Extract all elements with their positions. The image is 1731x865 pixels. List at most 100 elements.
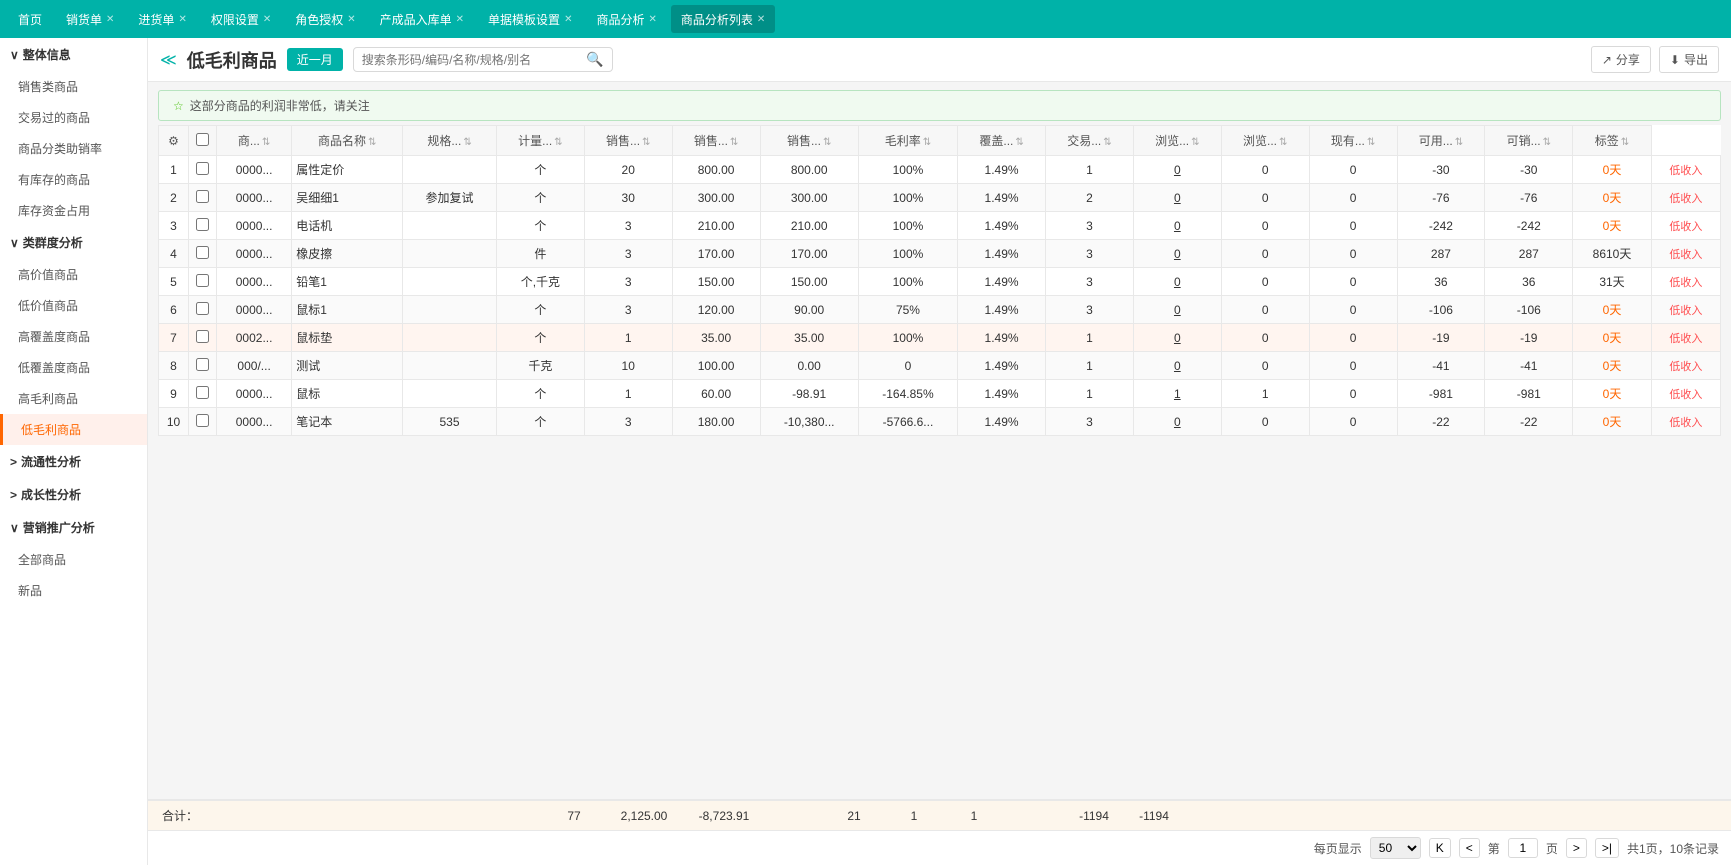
row-checkbox[interactable]: [196, 386, 209, 399]
col-trade[interactable]: 交易...⇅: [1046, 126, 1134, 156]
sidebar-group-liquidity[interactable]: > 流通性分析: [0, 445, 147, 478]
row-checkbox-cell[interactable]: [189, 240, 217, 268]
col-qty[interactable]: 销售...⇅: [584, 126, 672, 156]
col-unit[interactable]: 计量...⇅: [496, 126, 584, 156]
sidebar-group-overview[interactable]: ∨ 整体信息: [0, 38, 147, 71]
col-available[interactable]: 可用...⇅: [1397, 126, 1485, 156]
row-checkbox[interactable]: [196, 302, 209, 315]
col-checkbox[interactable]: [189, 126, 217, 156]
col-spec[interactable]: 规格...⇅: [403, 126, 497, 156]
nav-product-warehouse[interactable]: 产成品入库单 ✕: [370, 5, 474, 33]
row-checkbox-cell[interactable]: [189, 408, 217, 436]
row-checkbox[interactable]: [196, 162, 209, 175]
close-icon[interactable]: ✕: [347, 14, 355, 25]
row-trade[interactable]: 0: [1133, 324, 1221, 352]
close-icon[interactable]: ✕: [106, 14, 114, 25]
col-sales[interactable]: 销售...⇅: [760, 126, 858, 156]
search-icon[interactable]: 🔍: [586, 51, 603, 68]
select-all-checkbox[interactable]: [196, 133, 209, 146]
sidebar-item-category-rate[interactable]: 商品分类助销率: [0, 133, 147, 164]
row-trade[interactable]: 0: [1133, 240, 1221, 268]
row-trade[interactable]: 1: [1133, 380, 1221, 408]
sidebar-group-marketing[interactable]: ∨ 营销推广分析: [0, 511, 147, 544]
col-salable[interactable]: 可销...⇅: [1485, 126, 1573, 156]
col-tag[interactable]: 标签⇅: [1573, 126, 1651, 156]
col-browse2[interactable]: 浏览...⇅: [1221, 126, 1309, 156]
sidebar-group-cluster[interactable]: ∨ 类群度分析: [0, 226, 147, 259]
sidebar-item-stock-funds[interactable]: 库存资金占用: [0, 195, 147, 226]
row-trade[interactable]: 0: [1133, 352, 1221, 380]
row-browse2: 0: [1309, 156, 1397, 184]
sidebar-item-sales-products[interactable]: 销售类商品: [0, 71, 147, 102]
row-checkbox[interactable]: [196, 218, 209, 231]
row-checkbox-cell[interactable]: [189, 380, 217, 408]
sidebar-item-high-margin[interactable]: 高毛利商品: [0, 383, 147, 414]
sidebar-item-traded[interactable]: 交易过的商品: [0, 102, 147, 133]
close-icon[interactable]: ✕: [648, 14, 656, 25]
close-icon[interactable]: ✕: [263, 14, 271, 25]
close-icon[interactable]: ✕: [456, 14, 464, 25]
row-gross-rate: 1.49%: [958, 296, 1046, 324]
col-name[interactable]: 商品名称⇅: [292, 126, 403, 156]
sidebar-item-new-products[interactable]: 新品: [0, 575, 147, 606]
page-size-select[interactable]: 50 100 200: [1370, 837, 1421, 859]
row-checkbox-cell[interactable]: [189, 212, 217, 240]
first-page-btn[interactable]: K: [1429, 838, 1451, 858]
nav-roles[interactable]: 角色授权 ✕: [285, 5, 365, 33]
nav-product-analysis-list[interactable]: 商品分析列表 ✕: [671, 5, 775, 33]
collapse-sidebar-btn[interactable]: ≪: [160, 50, 177, 70]
col-stock[interactable]: 现有...⇅: [1309, 126, 1397, 156]
close-icon[interactable]: ✕: [564, 14, 572, 25]
col-profit-rate[interactable]: 毛利率⇅: [858, 126, 957, 156]
row-checkbox-cell[interactable]: [189, 184, 217, 212]
row-code: 0000...: [217, 268, 292, 296]
col-code[interactable]: 商...⇅: [217, 126, 292, 156]
row-trade[interactable]: 0: [1133, 268, 1221, 296]
sidebar-item-high-coverage[interactable]: 高覆盖度商品: [0, 321, 147, 352]
search-input[interactable]: [362, 53, 583, 67]
share-button[interactable]: ↗ 分享: [1591, 46, 1651, 73]
sidebar-item-low-value[interactable]: 低价值商品: [0, 290, 147, 321]
row-checkbox[interactable]: [196, 414, 209, 427]
prev-page-btn[interactable]: <: [1459, 838, 1480, 858]
sidebar-item-all-products[interactable]: 全部商品: [0, 544, 147, 575]
sidebar-item-low-margin[interactable]: 低毛利商品: [0, 414, 147, 445]
next-page-btn[interactable]: >: [1566, 838, 1587, 858]
col-settings[interactable]: ⚙: [159, 126, 189, 156]
row-trade[interactable]: 0: [1133, 184, 1221, 212]
row-trade[interactable]: 0: [1133, 212, 1221, 240]
nav-template[interactable]: 单据模板设置 ✕: [478, 5, 582, 33]
sidebar-item-with-stock[interactable]: 有库存的商品: [0, 164, 147, 195]
row-checkbox-cell[interactable]: [189, 324, 217, 352]
row-checkbox-cell[interactable]: [189, 156, 217, 184]
export-button[interactable]: ⬇ 导出: [1659, 46, 1719, 73]
nav-purchase[interactable]: 进货单 ✕: [128, 5, 196, 33]
row-checkbox[interactable]: [196, 246, 209, 259]
row-checkbox[interactable]: [196, 274, 209, 287]
row-checkbox-cell[interactable]: [189, 296, 217, 324]
last-page-btn[interactable]: >|: [1595, 838, 1619, 858]
col-price[interactable]: 销售...⇅: [672, 126, 760, 156]
row-checkbox[interactable]: [196, 358, 209, 371]
close-icon[interactable]: ✕: [178, 14, 186, 25]
col-coverage[interactable]: 覆盖...⇅: [958, 126, 1046, 156]
sidebar-item-low-coverage[interactable]: 低覆盖度商品: [0, 352, 147, 383]
sidebar-item-high-value[interactable]: 高价值商品: [0, 259, 147, 290]
nav-sales[interactable]: 销货单 ✕: [56, 5, 124, 33]
nav-product-analysis[interactable]: 商品分析 ✕: [586, 5, 666, 33]
sidebar-group-growth[interactable]: > 成长性分析: [0, 478, 147, 511]
row-checkbox-cell[interactable]: [189, 352, 217, 380]
col-browse1[interactable]: 浏览...⇅: [1133, 126, 1221, 156]
period-button[interactable]: 近一月: [287, 48, 343, 71]
page-number-input[interactable]: [1508, 838, 1538, 858]
row-trade[interactable]: 0: [1133, 156, 1221, 184]
row-trade[interactable]: 0: [1133, 296, 1221, 324]
row-trade[interactable]: 0: [1133, 408, 1221, 436]
nav-permissions[interactable]: 权限设置 ✕: [201, 5, 281, 33]
close-icon[interactable]: ✕: [757, 14, 765, 25]
nav-home[interactable]: 首页: [8, 5, 52, 33]
total-page-label: 页: [1546, 840, 1558, 857]
row-checkbox[interactable]: [196, 190, 209, 203]
row-checkbox-cell[interactable]: [189, 268, 217, 296]
row-checkbox[interactable]: [196, 330, 209, 343]
